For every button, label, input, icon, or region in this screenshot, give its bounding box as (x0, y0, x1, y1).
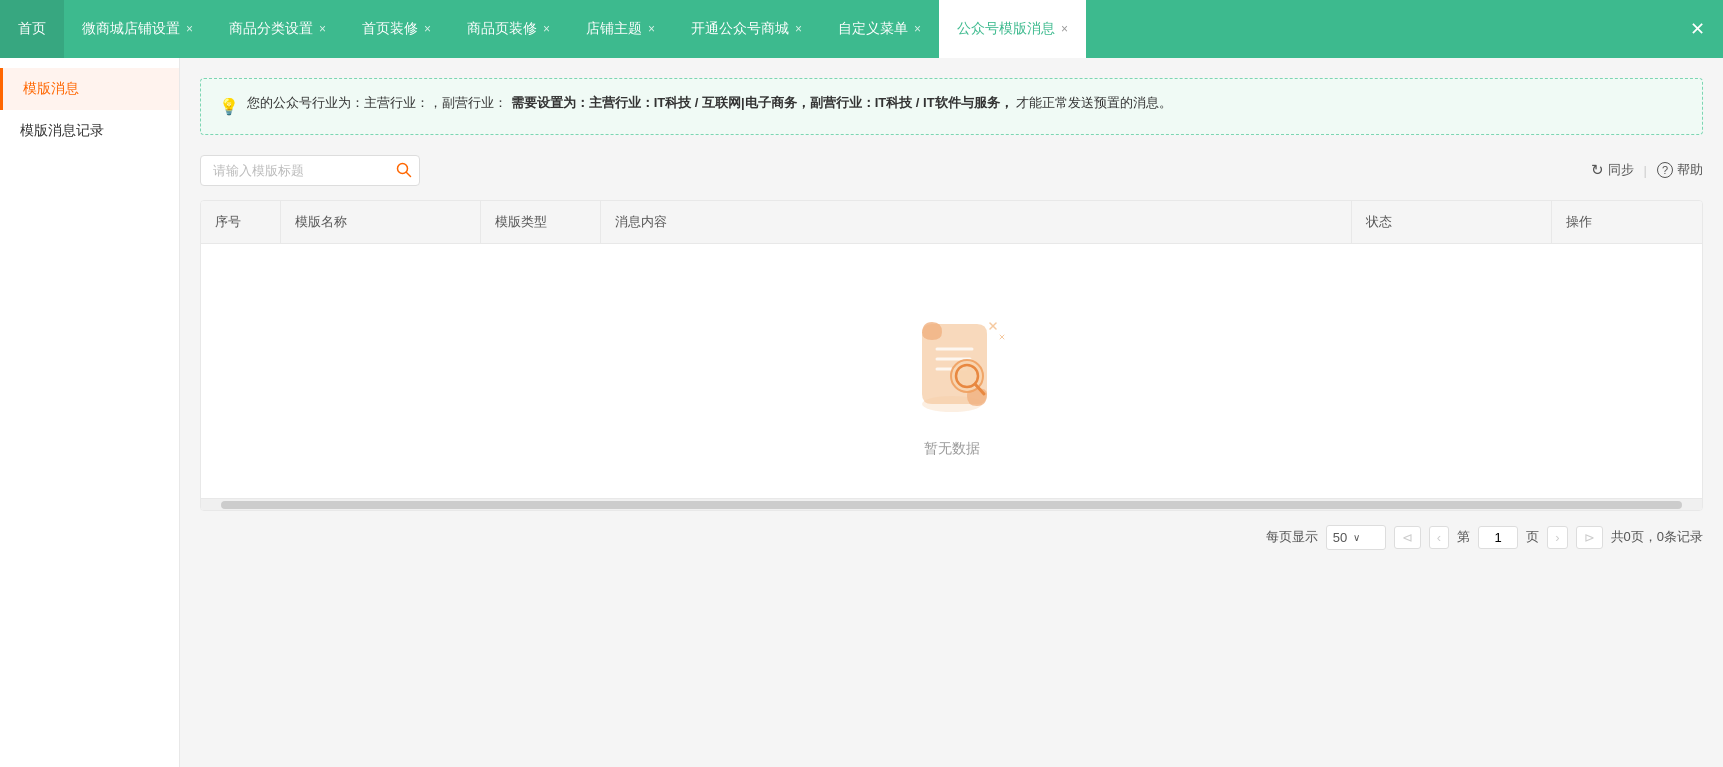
col-name: 模版名称 (281, 201, 481, 243)
tab-homepage-deco-label: 首页装修 (362, 20, 418, 38)
table-scrollbar[interactable] (201, 498, 1702, 510)
page-label: 第 (1457, 528, 1470, 546)
tab-open-mall-close[interactable]: × (795, 22, 802, 36)
tab-custom-menu-close[interactable]: × (914, 22, 921, 36)
tab-product-category-label: 商品分类设置 (229, 20, 313, 38)
data-table: 序号 模版名称 模版类型 消息内容 状态 操作 (200, 200, 1703, 511)
notice-icon: 💡 (219, 94, 239, 120)
prev-page-button[interactable]: ‹ (1429, 526, 1449, 549)
search-left (200, 155, 420, 186)
pagination: 每页显示 50 ∨ ⊲ ‹ 第 页 › ⊳ 共0页，0条记录 (200, 511, 1703, 550)
empty-svg (892, 304, 1012, 424)
search-right: ↻ 同步 | ? 帮助 (1591, 161, 1703, 179)
first-page-button[interactable]: ⊲ (1394, 526, 1421, 549)
tab-custom-menu-label: 自定义菜单 (838, 20, 908, 38)
search-bar: ↻ 同步 | ? 帮助 (200, 155, 1703, 186)
search-icon (396, 162, 412, 178)
col-type: 模版类型 (481, 201, 601, 243)
sidebar-item-template-msg-record-label: 模版消息记录 (20, 122, 104, 138)
empty-illustration (892, 304, 1012, 424)
tab-store-theme[interactable]: 店铺主题 × (568, 0, 673, 58)
tab-homepage-deco[interactable]: 首页装修 × (344, 0, 449, 58)
col-status: 状态 (1352, 201, 1552, 243)
tab-home[interactable]: 首页 (0, 0, 64, 58)
col-action: 操作 (1552, 201, 1702, 243)
tab-product-category[interactable]: 商品分类设置 × (211, 0, 344, 58)
sidebar-item-template-msg[interactable]: 模版消息 (0, 68, 179, 110)
tab-product-deco-label: 商品页装修 (467, 20, 537, 38)
table-header: 序号 模版名称 模版类型 消息内容 状态 操作 (201, 201, 1702, 244)
notice-text: 您的公众号行业为：主营行业：，副营行业： 需要设置为：主营行业：IT科技 / 互… (247, 93, 1172, 114)
col-content: 消息内容 (601, 201, 1352, 243)
tab-store-theme-close[interactable]: × (648, 22, 655, 36)
divider: | (1644, 163, 1647, 178)
tab-homepage-deco-close[interactable]: × (424, 22, 431, 36)
tab-wshop-settings[interactable]: 微商城店铺设置 × (64, 0, 211, 58)
page-total: 共0页，0条记录 (1611, 528, 1703, 546)
per-page-label: 每页显示 (1266, 528, 1318, 546)
tab-wshop-settings-close[interactable]: × (186, 22, 193, 36)
tab-open-mall-label: 开通公众号商城 (691, 20, 789, 38)
content-area: 💡 您的公众号行业为：主营行业：，副营行业： 需要设置为：主营行业：IT科技 /… (180, 58, 1723, 767)
help-icon: ? (1657, 162, 1673, 178)
empty-text: 暂无数据 (924, 440, 980, 458)
close-all-tabs-button[interactable]: ✕ (1672, 0, 1723, 58)
sync-icon: ↻ (1591, 161, 1604, 179)
tab-store-theme-label: 店铺主题 (586, 20, 642, 38)
last-page-button[interactable]: ⊳ (1576, 526, 1603, 549)
top-nav: 首页 微商城店铺设置 × 商品分类设置 × 首页装修 × 商品页装修 × 店铺主… (0, 0, 1723, 58)
tab-template-msg[interactable]: 公众号模版消息 × (939, 0, 1086, 58)
search-input[interactable] (200, 155, 420, 186)
sidebar: 模版消息 模版消息记录 (0, 58, 180, 767)
tab-product-deco-close[interactable]: × (543, 22, 550, 36)
tab-product-deco[interactable]: 商品页装修 × (449, 0, 568, 58)
tab-wshop-settings-label: 微商城店铺设置 (82, 20, 180, 38)
help-button[interactable]: ? 帮助 (1657, 161, 1703, 179)
notice-text-highlight: 需要设置为：主营行业：IT科技 / 互联网|电子商务，副营行业：IT科技 / I… (511, 95, 1013, 110)
tab-home-label: 首页 (18, 20, 46, 38)
per-page-select[interactable]: 50 ∨ (1326, 525, 1386, 550)
page-unit: 页 (1526, 528, 1539, 546)
empty-state: 暂无数据 (201, 244, 1702, 498)
tab-template-msg-close[interactable]: × (1061, 22, 1068, 36)
help-label: 帮助 (1677, 161, 1703, 179)
sidebar-item-template-msg-record[interactable]: 模版消息记录 (0, 110, 179, 152)
notice-text-after: 才能正常发送预置的消息。 (1016, 95, 1172, 110)
per-page-value: 50 (1333, 530, 1347, 545)
col-index: 序号 (201, 201, 281, 243)
notice-box: 💡 您的公众号行业为：主营行业：，副营行业： 需要设置为：主营行业：IT科技 /… (200, 78, 1703, 135)
svg-line-1 (407, 173, 411, 177)
search-button[interactable] (396, 162, 412, 178)
tab-custom-menu[interactable]: 自定义菜单 × (820, 0, 939, 58)
notice-text-before: 您的公众号行业为：主营行业：，副营行业： (247, 95, 507, 110)
current-page-input[interactable] (1478, 526, 1518, 549)
scrollbar-thumb[interactable] (221, 501, 1682, 509)
sidebar-item-template-msg-label: 模版消息 (23, 80, 79, 96)
tab-template-msg-label: 公众号模版消息 (957, 20, 1055, 38)
sync-label: 同步 (1608, 161, 1634, 179)
search-input-wrap (200, 155, 420, 186)
sync-button[interactable]: ↻ 同步 (1591, 161, 1634, 179)
per-page-chevron-icon: ∨ (1353, 532, 1360, 543)
main-layout: 模版消息 模版消息记录 💡 您的公众号行业为：主营行业：，副营行业： 需要设置为… (0, 58, 1723, 767)
next-page-button[interactable]: › (1547, 526, 1567, 549)
tab-open-mall[interactable]: 开通公众号商城 × (673, 0, 820, 58)
tab-product-category-close[interactable]: × (319, 22, 326, 36)
